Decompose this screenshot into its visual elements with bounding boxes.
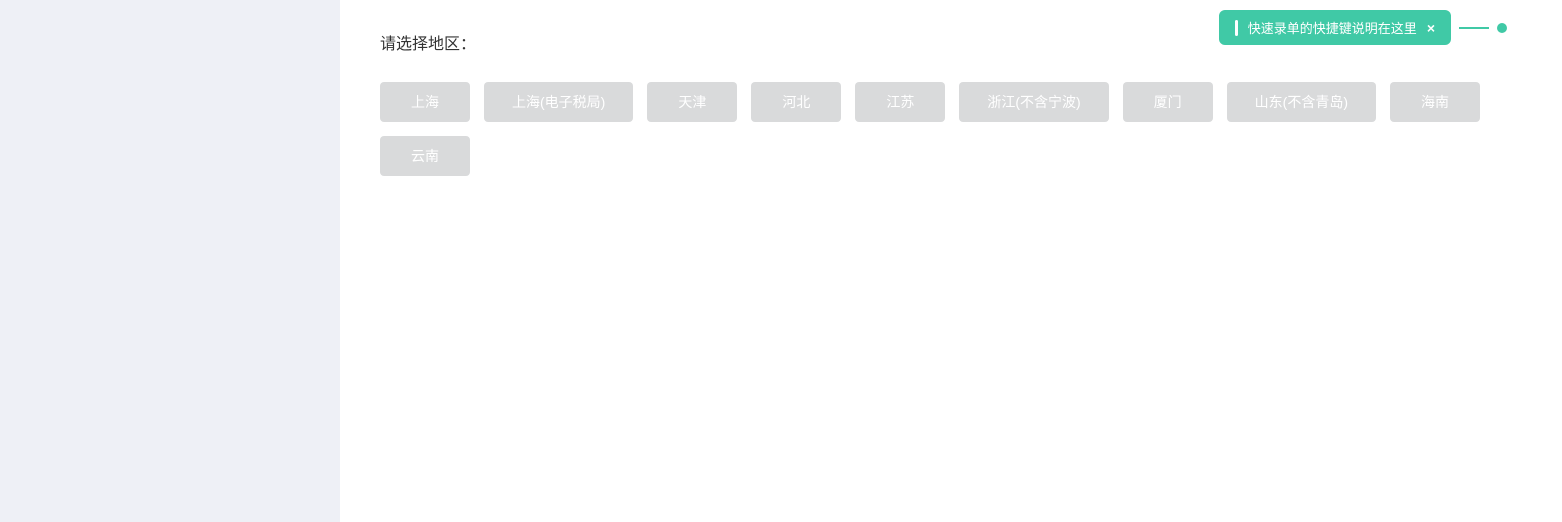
- region-button-xiamen[interactable]: 厦门: [1123, 82, 1213, 122]
- region-button-jiangsu[interactable]: 江苏: [855, 82, 945, 122]
- region-button-tianjin[interactable]: 天津: [647, 82, 737, 122]
- tooltip-dot: [1497, 23, 1507, 33]
- region-button-shanghai[interactable]: 上海: [380, 82, 470, 122]
- tooltip-text: 快速录单的快捷键说明在这里: [1248, 18, 1417, 37]
- region-button-zhejiang[interactable]: 浙江(不含宁波): [959, 82, 1108, 122]
- region-button-hainan[interactable]: 海南: [1390, 82, 1480, 122]
- region-button-shandong[interactable]: 山东(不含青岛): [1227, 82, 1376, 122]
- region-buttons-container: 上海上海(电子税局) 天津河北江苏浙江(不含宁波) 厦门山东(不含青岛) 海南云南: [380, 82, 1522, 176]
- region-button-hebei[interactable]: 河北: [751, 82, 841, 122]
- left-sidebar: [0, 0, 340, 522]
- tooltip-close-button[interactable]: ×: [1427, 21, 1435, 35]
- tooltip-badge: 快速录单的快捷键说明在这里 ×: [1219, 10, 1451, 45]
- tooltip-line: [1459, 27, 1489, 29]
- main-content: 请选择地区： 上海上海(电子税局)天津河北江苏浙江(不含宁波)厦门山东(不含青岛…: [340, 0, 1562, 522]
- tooltip-container: 快速录单的快捷键说明在这里 ×: [1219, 10, 1507, 45]
- region-button-shanghai-etax[interactable]: 上海(电子税局): [484, 82, 633, 122]
- region-button-yunnan[interactable]: 云南: [380, 136, 470, 176]
